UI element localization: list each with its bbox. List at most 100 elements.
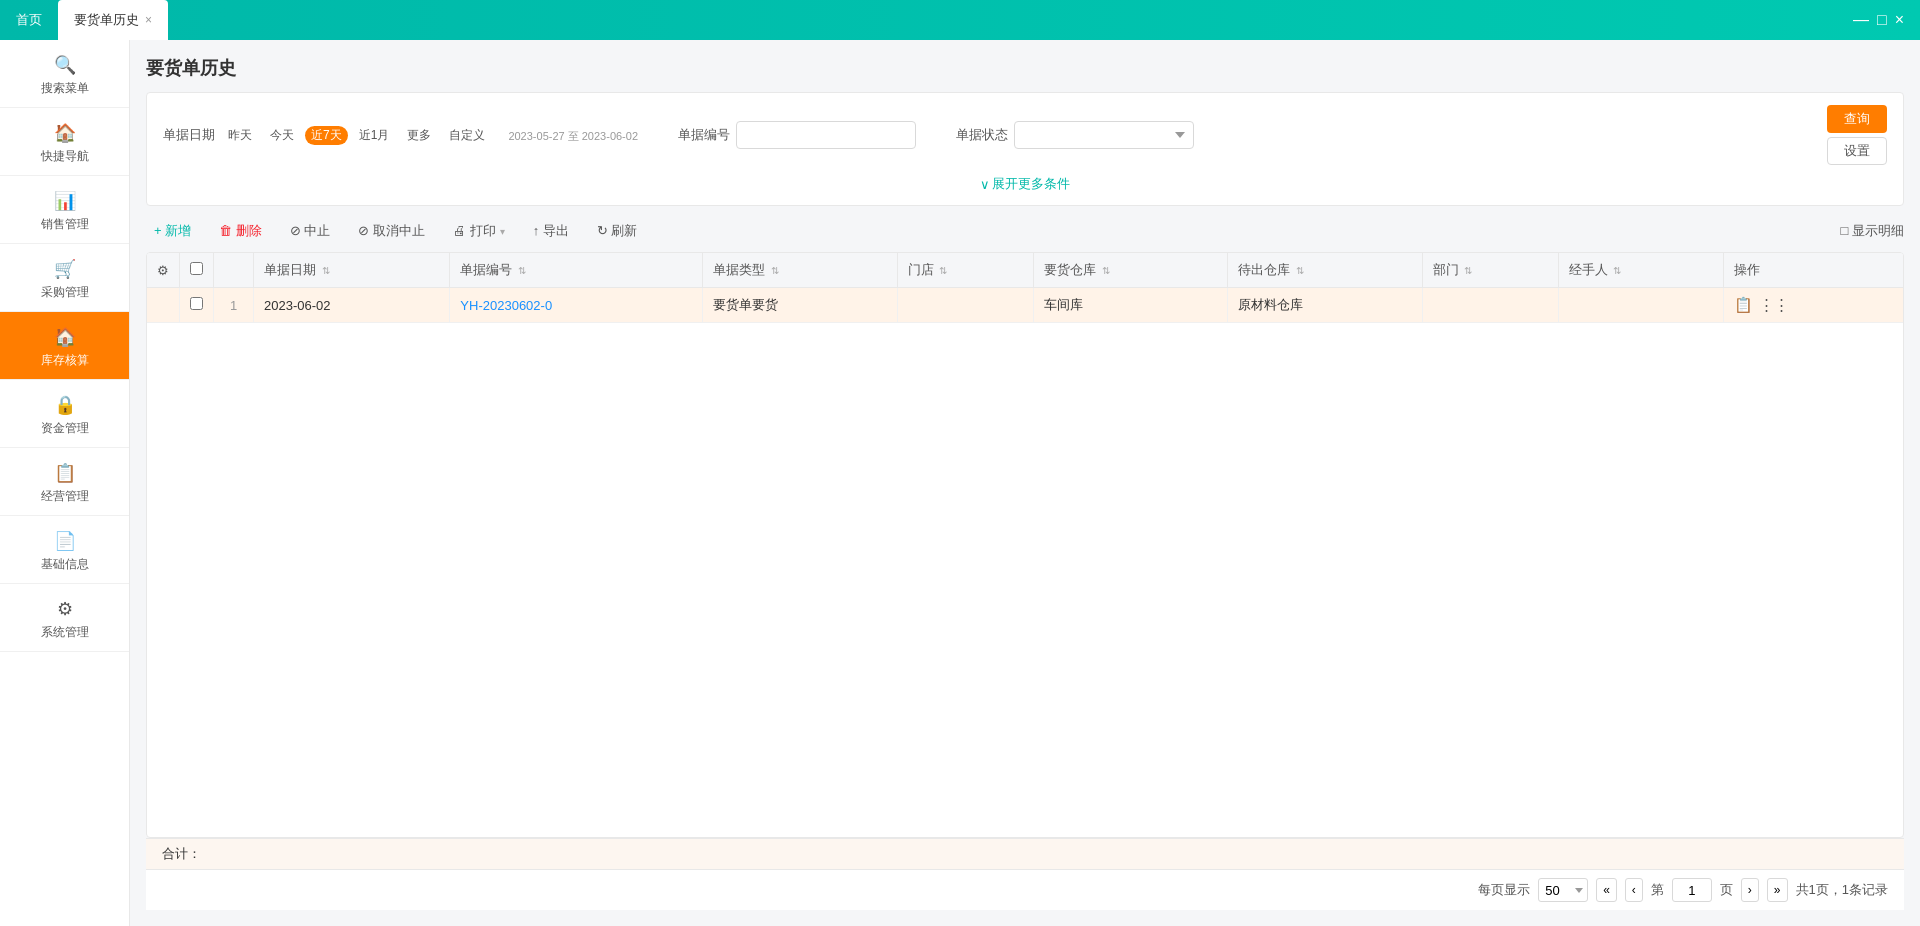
row-settings-icon: [147, 288, 180, 323]
col-actions: 操作: [1723, 253, 1903, 288]
sort-doc-type-icon[interactable]: ⇅: [771, 265, 779, 276]
export-button[interactable]: ↑ 导出: [525, 218, 577, 244]
settings-button[interactable]: 设置: [1827, 137, 1887, 165]
refresh-button[interactable]: ↻ 刷新: [589, 218, 646, 244]
minimize-icon[interactable]: —: [1853, 11, 1869, 29]
export-button-label: ↑ 导出: [533, 222, 569, 240]
date-btn-more[interactable]: 更多: [400, 125, 438, 146]
content-area: 要货单历史 单据日期 昨天 今天 近7天 近1月 更多 自定义: [130, 40, 1920, 926]
tab-home[interactable]: 首页: [0, 0, 58, 40]
date-range-text: 2023-05-27 至 2023-06-02: [508, 129, 638, 144]
col-date-label: 单据日期: [264, 262, 316, 277]
row-dept: [1422, 288, 1558, 323]
sidebar-item-purchase-mgmt-label: 采购管理: [41, 284, 89, 301]
sidebar-item-sales-mgmt[interactable]: 📊 销售管理: [0, 176, 129, 244]
sort-pending-warehouse-icon[interactable]: ⇅: [1296, 265, 1304, 276]
sort-store-icon[interactable]: ⇅: [939, 265, 947, 276]
tab-bar: 首页 要货单历史 ×: [0, 0, 1853, 40]
date-range-display: 2023-05-27 至 2023-06-02: [508, 127, 638, 144]
doc-no-input[interactable]: [736, 121, 916, 149]
prev-page-button[interactable]: ‹: [1625, 878, 1643, 902]
sort-req-warehouse-icon[interactable]: ⇅: [1102, 265, 1110, 276]
col-doc-type: 单据类型 ⇅: [703, 253, 897, 288]
row-doc-no-link[interactable]: YH-20230602-0: [460, 298, 552, 313]
date-btn-yesterday[interactable]: 昨天: [221, 125, 259, 146]
date-filter-label: 单据日期: [163, 126, 215, 144]
expand-more-button[interactable]: ∨ 展开更多条件: [980, 175, 1070, 193]
page-input[interactable]: [1672, 878, 1712, 902]
status-filter-group: 单据状态: [956, 121, 1194, 149]
expand-more-label: 展开更多条件: [992, 175, 1070, 193]
cart-icon: 🛒: [54, 258, 76, 280]
print-button[interactable]: 🖨 打印 ▾: [445, 218, 513, 244]
select-all-checkbox[interactable]: [190, 262, 203, 275]
page-label: 第: [1651, 881, 1664, 899]
data-table: ⚙ 单据日期 ⇅ 单据编号 ⇅: [147, 253, 1903, 323]
table-header-row: ⚙ 单据日期 ⇅ 单据编号 ⇅: [147, 253, 1903, 288]
sort-handler-icon[interactable]: ⇅: [1613, 265, 1621, 276]
col-handler-label: 经手人: [1569, 262, 1608, 277]
col-store: 门店 ⇅: [897, 253, 1033, 288]
last-page-button[interactable]: »: [1767, 878, 1788, 902]
tab-close-icon[interactable]: ×: [145, 13, 152, 27]
col-doc-no: 单据编号 ⇅: [450, 253, 703, 288]
new-button-label: + 新增: [154, 222, 191, 240]
date-filter-group: 单据日期 昨天 今天 近7天 近1月 更多 自定义: [163, 125, 492, 146]
sidebar-item-ops-mgmt[interactable]: 📋 经营管理: [0, 448, 129, 516]
sort-doc-no-icon[interactable]: ⇅: [518, 265, 526, 276]
sidebar-item-inventory[interactable]: 🏠 库存核算: [0, 312, 129, 380]
date-btn-today[interactable]: 今天: [263, 125, 301, 146]
window-controls: — □ ×: [1853, 11, 1920, 29]
sort-dept-icon[interactable]: ⇅: [1464, 265, 1472, 276]
maximize-icon[interactable]: □: [1877, 11, 1887, 29]
col-settings[interactable]: ⚙: [147, 253, 180, 288]
col-date: 单据日期 ⇅: [254, 253, 450, 288]
row-checkbox[interactable]: [190, 297, 203, 310]
filter-bar: 单据日期 昨天 今天 近7天 近1月 更多 自定义 2023-05-27 至 2…: [146, 92, 1904, 206]
sidebar-item-purchase-mgmt[interactable]: 🛒 采购管理: [0, 244, 129, 312]
per-page-select[interactable]: 10 20 50 100: [1538, 878, 1588, 902]
first-page-button[interactable]: «: [1596, 878, 1617, 902]
date-btn-custom[interactable]: 自定义: [442, 125, 492, 146]
sidebar-item-search-menu[interactable]: 🔍 搜索菜单: [0, 40, 129, 108]
delete-button[interactable]: 🗑 删除: [211, 218, 270, 244]
sidebar-item-sys-mgmt[interactable]: ⚙ 系统管理: [0, 584, 129, 652]
sidebar-item-basic-info[interactable]: 📄 基础信息: [0, 516, 129, 584]
main-layout: 🔍 搜索菜单 🏠 快捷导航 📊 销售管理 🛒 采购管理 🏠 库存核算 🔒 资金管…: [0, 40, 1920, 926]
new-button[interactable]: + 新增: [146, 218, 199, 244]
sort-date-icon[interactable]: ⇅: [322, 265, 330, 276]
lock-icon: 🔒: [54, 394, 76, 416]
date-btn-last7days[interactable]: 近7天: [305, 126, 348, 145]
print-chevron-icon: ▾: [500, 226, 505, 237]
status-select[interactable]: [1014, 121, 1194, 149]
status-label: 单据状态: [956, 126, 1008, 144]
chevron-down-icon: ∨: [980, 177, 990, 192]
row-req-warehouse: 车间库: [1033, 288, 1227, 323]
date-btn-last1month[interactable]: 近1月: [352, 125, 397, 146]
col-checkbox: [180, 253, 214, 288]
next-page-button[interactable]: ›: [1741, 878, 1759, 902]
stop-button[interactable]: ⊘ 中止: [282, 218, 339, 244]
row-pending-warehouse: 原材料仓库: [1228, 288, 1422, 323]
table-wrapper: ⚙ 单据日期 ⇅ 单据编号 ⇅: [146, 252, 1904, 910]
sidebar-item-quick-nav[interactable]: 🏠 快捷导航: [0, 108, 129, 176]
col-dept: 部门 ⇅: [1422, 253, 1558, 288]
doc-no-filter-group: 单据编号: [678, 121, 916, 149]
display-detail-label: □ 显示明细: [1841, 222, 1904, 240]
col-doc-type-label: 单据类型: [713, 262, 765, 277]
cancel-stop-button[interactable]: ⊘ 取消中止: [350, 218, 433, 244]
doc-no-label: 单据编号: [678, 126, 730, 144]
row-more-icon[interactable]: ⋮⋮: [1759, 296, 1789, 314]
display-detail-button[interactable]: □ 显示明细: [1841, 222, 1904, 240]
row-edit-icon[interactable]: 📋: [1734, 296, 1753, 314]
col-dept-label: 部门: [1433, 262, 1459, 277]
col-actions-label: 操作: [1734, 262, 1760, 277]
tab-requisition-history[interactable]: 要货单历史 ×: [58, 0, 168, 40]
col-store-label: 门店: [908, 262, 934, 277]
query-button[interactable]: 查询: [1827, 105, 1887, 133]
gear-icon: ⚙: [57, 598, 73, 620]
sidebar-item-finance-mgmt[interactable]: 🔒 资金管理: [0, 380, 129, 448]
sidebar-item-basic-info-label: 基础信息: [41, 556, 89, 573]
close-icon[interactable]: ×: [1895, 11, 1904, 29]
filter-row: 单据日期 昨天 今天 近7天 近1月 更多 自定义 2023-05-27 至 2…: [163, 105, 1887, 165]
